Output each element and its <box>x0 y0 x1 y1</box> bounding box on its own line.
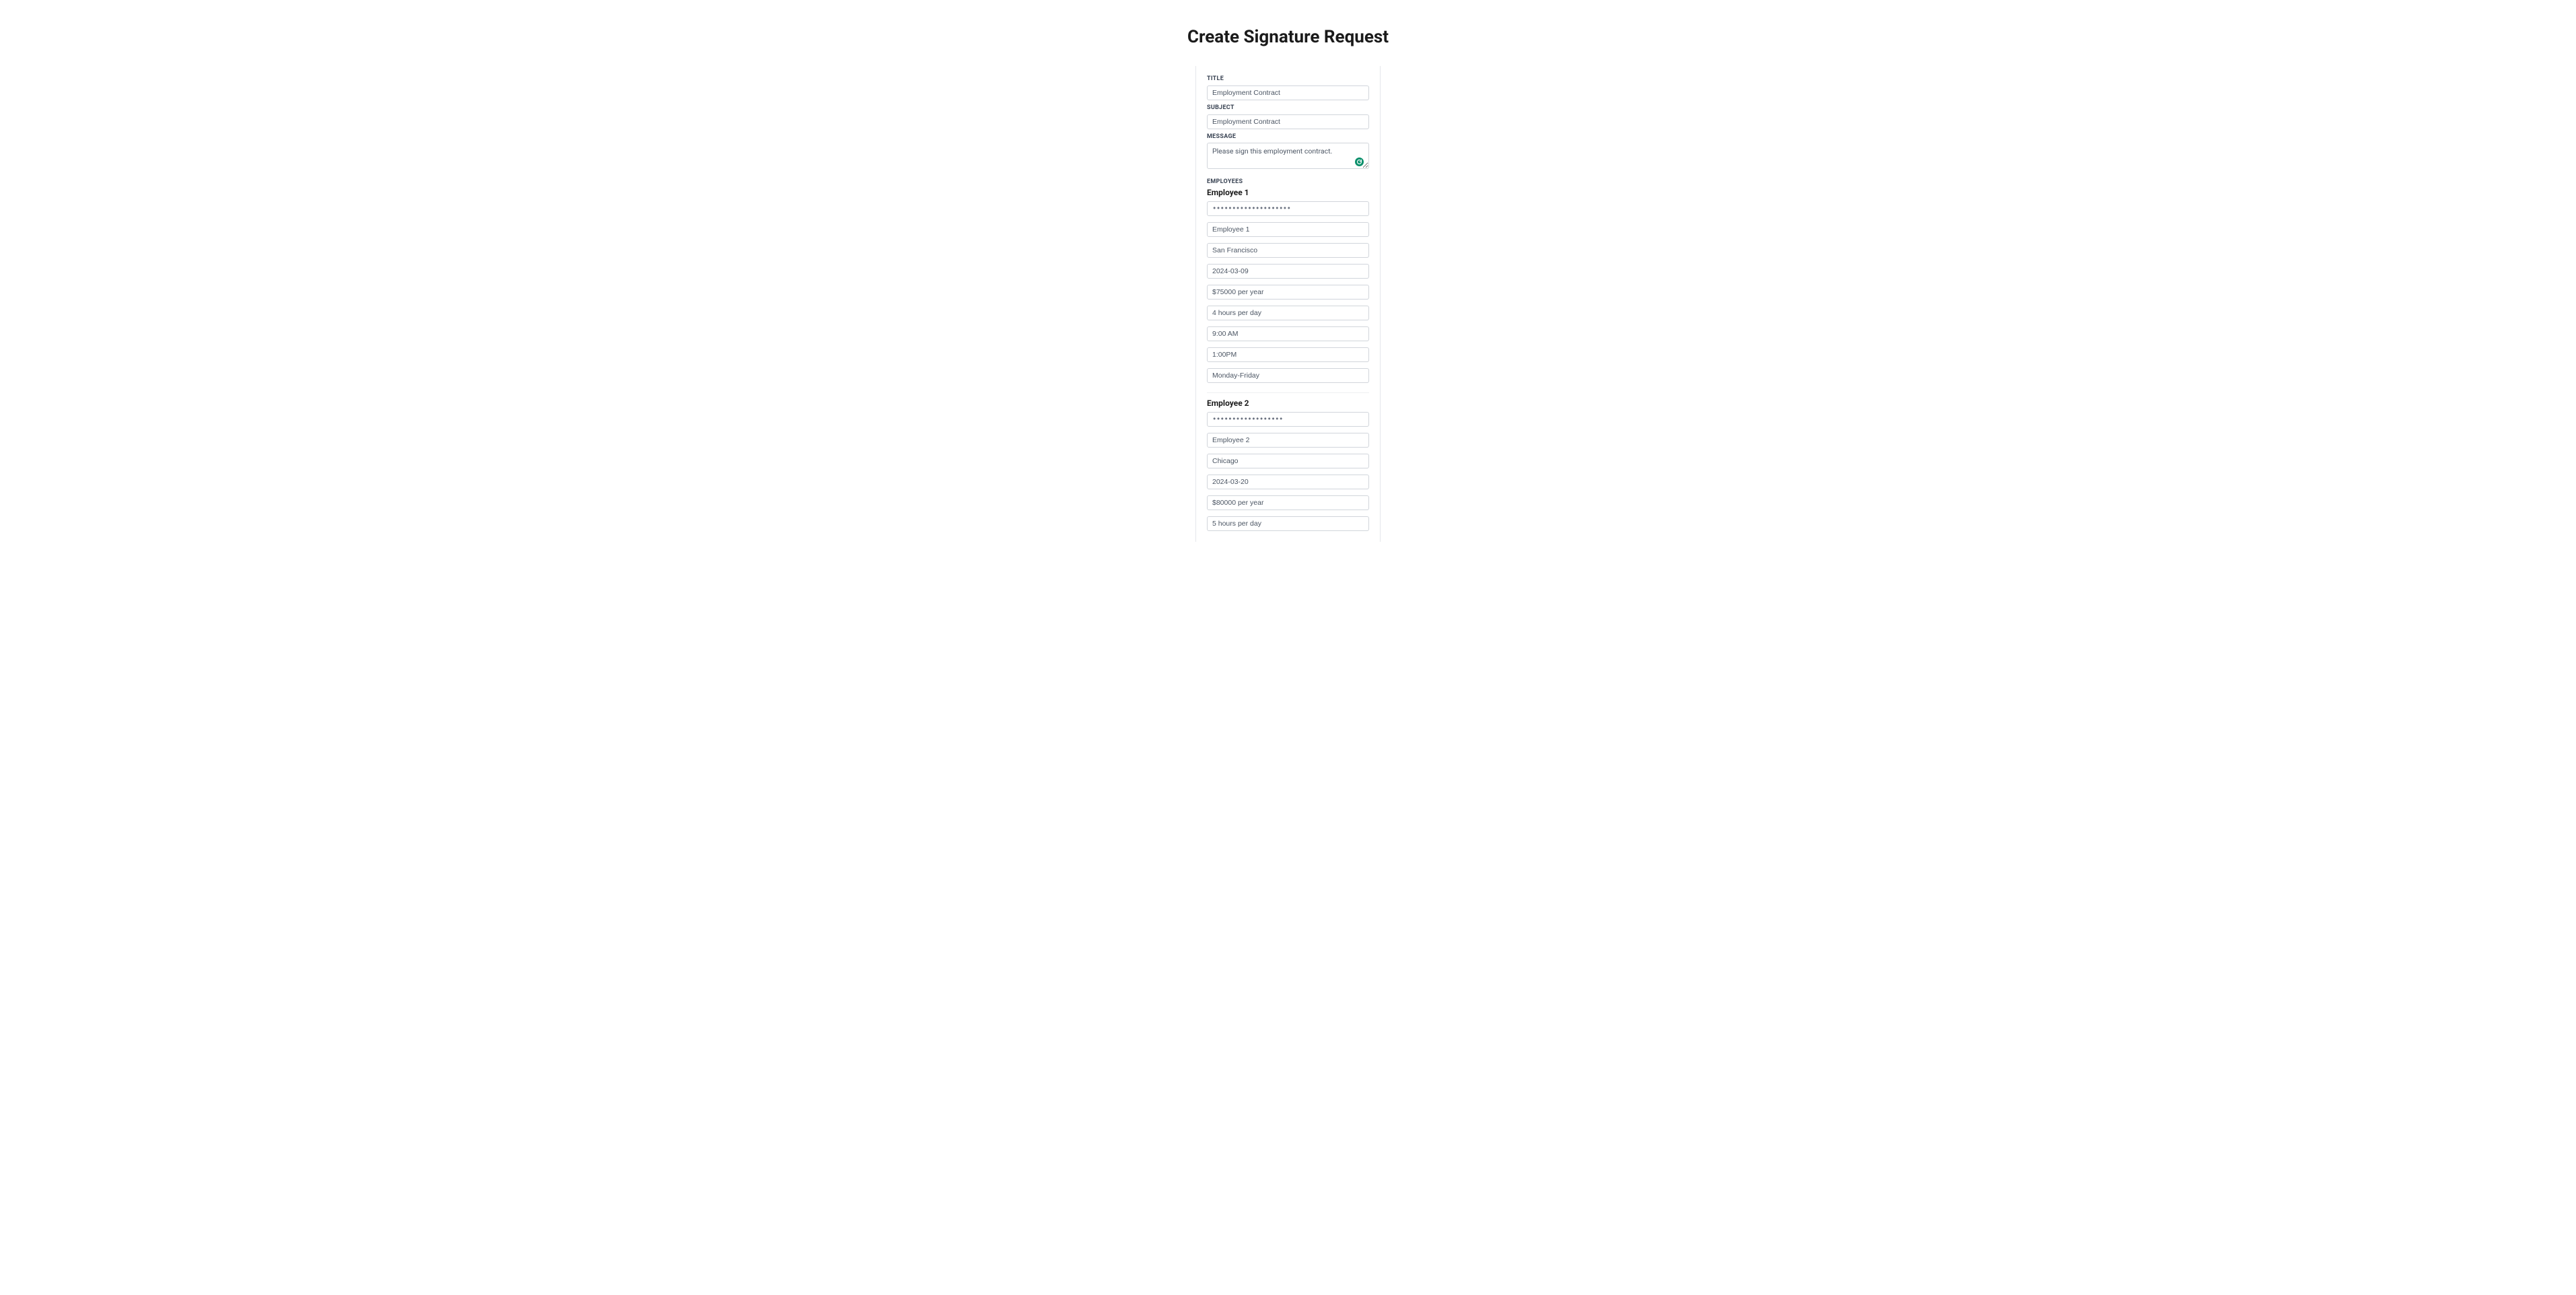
message-label: MESSAGE <box>1207 133 1369 140</box>
employee-start-date-input[interactable] <box>1207 475 1369 489</box>
employee-salary-input[interactable] <box>1207 495 1369 510</box>
employee-name-input[interactable] <box>1207 433 1369 448</box>
employee-name-input[interactable] <box>1207 222 1369 237</box>
employee-end-time-input[interactable] <box>1207 347 1369 362</box>
employee-email-input[interactable] <box>1207 201 1369 216</box>
employee-location-input[interactable] <box>1207 243 1369 258</box>
employee-hours-input[interactable] <box>1207 306 1369 320</box>
employee-block <box>1207 412 1369 531</box>
subject-label: SUBJECT <box>1207 104 1369 111</box>
subject-input[interactable] <box>1207 114 1369 129</box>
employee-start-time-input[interactable] <box>1207 326 1369 341</box>
employee-heading: Employee 1 <box>1207 188 1369 197</box>
title-input[interactable] <box>1207 85 1369 100</box>
form-card: TITLE SUBJECT MESSAGE EMPLOYEES Employee… <box>1195 66 1381 542</box>
employee-days-input[interactable] <box>1207 368 1369 383</box>
message-textarea[interactable] <box>1207 143 1369 169</box>
employee-location-input[interactable] <box>1207 454 1369 468</box>
employee-salary-input[interactable] <box>1207 285 1369 300</box>
employee-hours-input[interactable] <box>1207 516 1369 531</box>
page-title: Create Signature Request <box>1187 27 1389 47</box>
employee-start-date-input[interactable] <box>1207 264 1369 279</box>
employee-heading: Employee 2 <box>1207 398 1369 408</box>
page-root: Create Signature Request TITLE SUBJECT M… <box>0 0 2576 542</box>
title-label: TITLE <box>1207 75 1369 82</box>
employees-label: EMPLOYEES <box>1207 178 1369 185</box>
employee-email-input[interactable] <box>1207 412 1369 427</box>
employee-block <box>1207 201 1369 393</box>
message-wrap <box>1207 143 1369 172</box>
